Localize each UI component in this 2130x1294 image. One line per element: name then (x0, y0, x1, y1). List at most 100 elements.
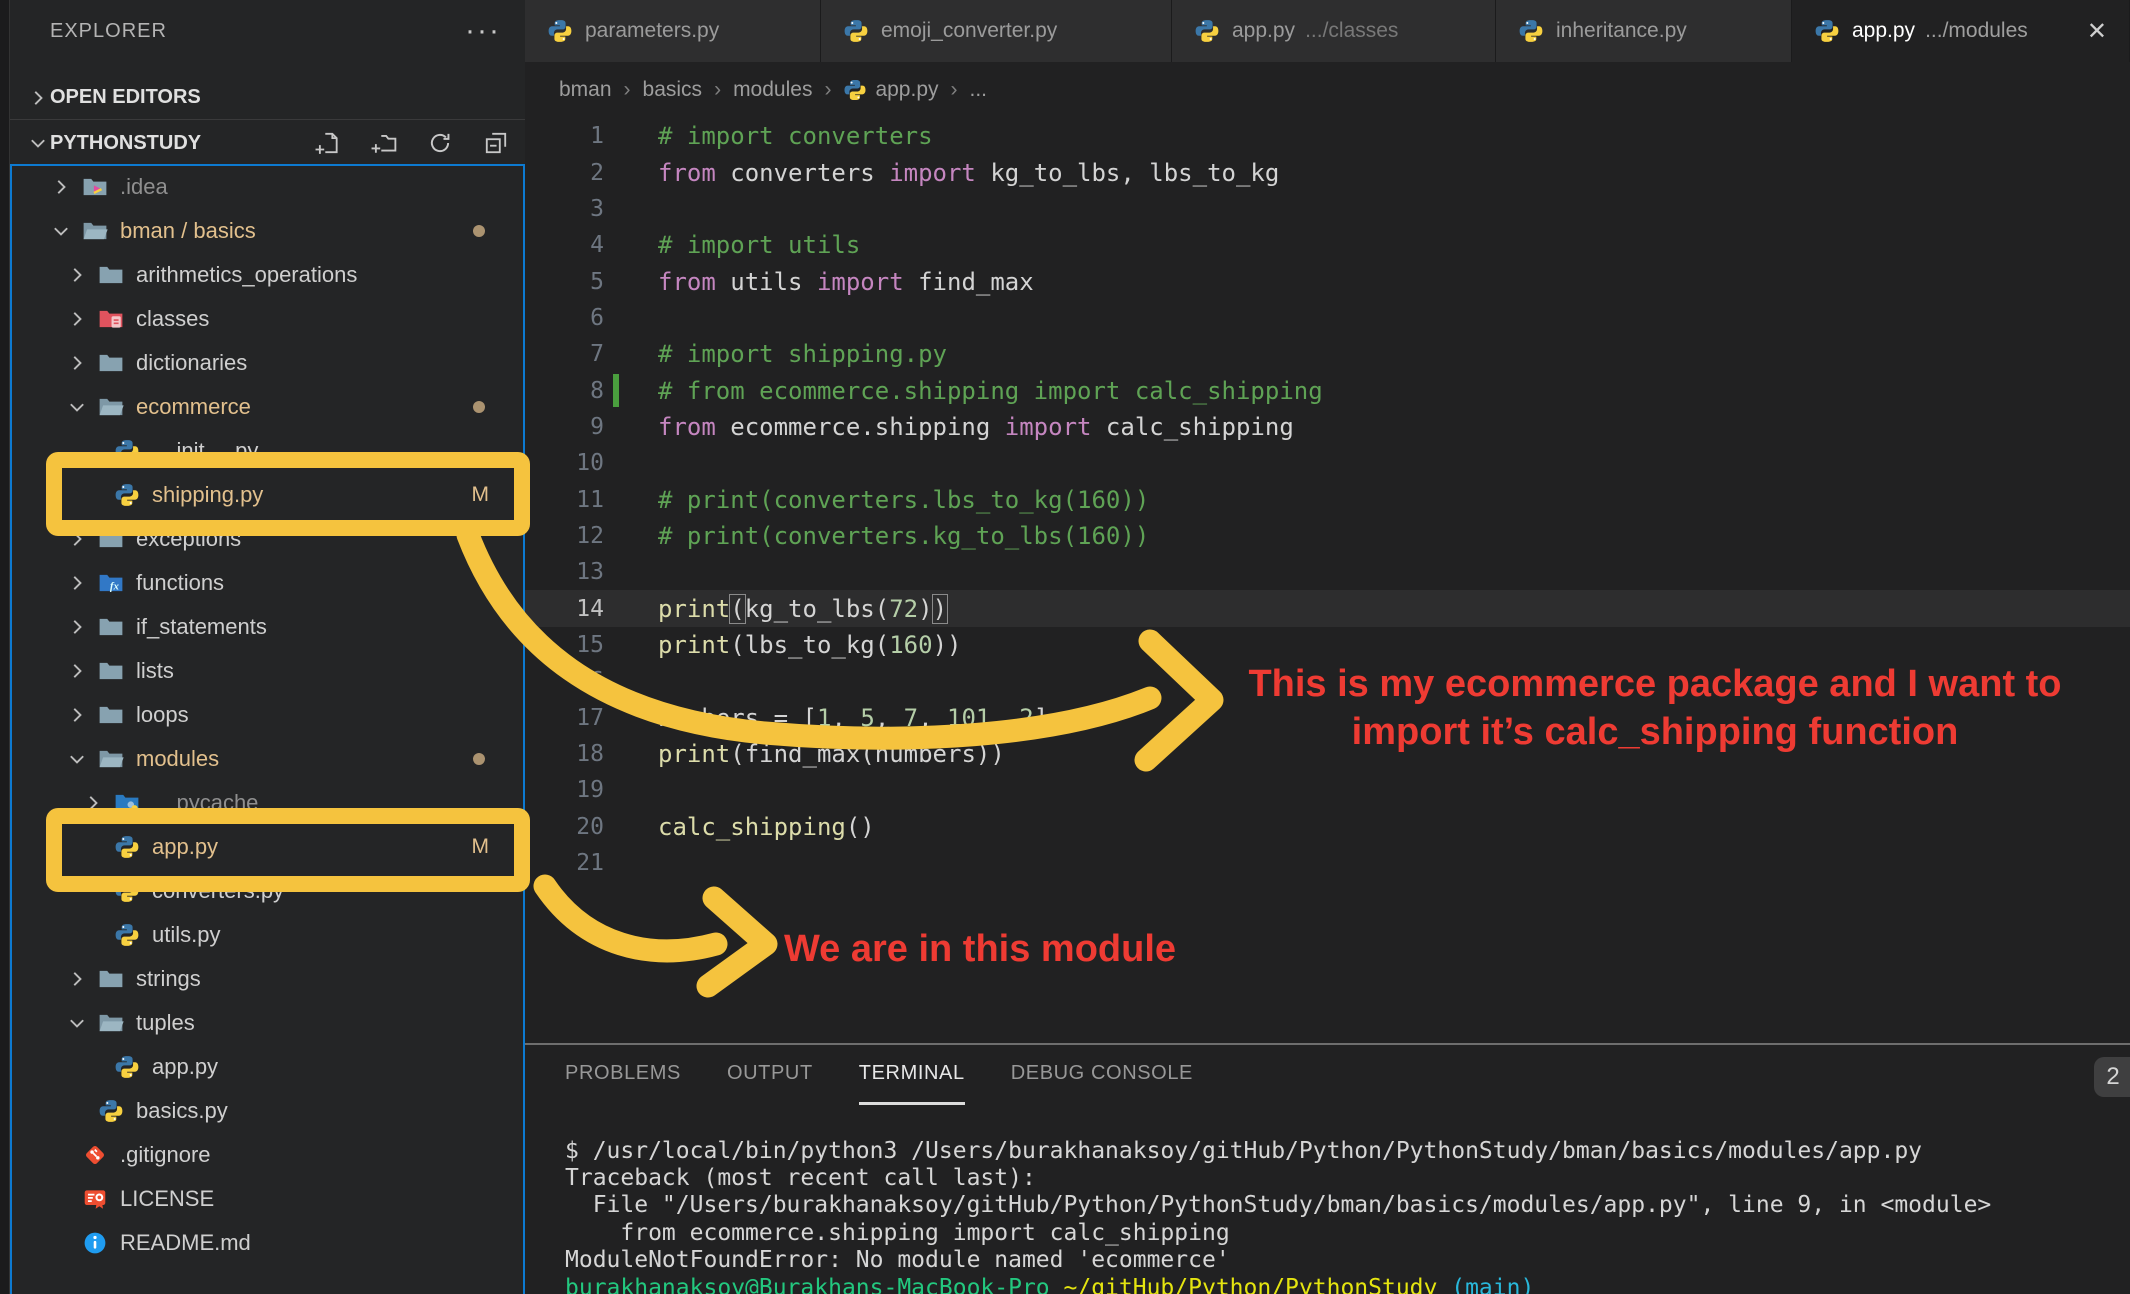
chevron-down-icon[interactable] (64, 1012, 90, 1034)
chevron-down-icon[interactable] (26, 131, 50, 155)
tree-item-utils.py[interactable]: utils.py (10, 913, 523, 957)
chevron-down-icon[interactable] (64, 396, 90, 418)
code-line-15[interactable]: 15print(lbs_to_kg(160)) (525, 627, 2130, 663)
breadcrumb-item-basics[interactable]: basics (643, 78, 703, 102)
tree-item-functions[interactable]: fxfunctions (10, 561, 523, 605)
close-icon[interactable]: ✕ (2061, 17, 2107, 46)
new-folder-icon[interactable] (369, 128, 399, 158)
project-section-header[interactable]: PYTHONSTUDY (10, 121, 525, 165)
code-line-17[interactable]: 17numbers = [1, 5, 7, 101, 2] (525, 700, 2130, 736)
code-line-6[interactable]: 6 (525, 300, 2130, 336)
code-line-5[interactable]: 5from utils import find_max (525, 263, 2130, 299)
code-line-1[interactable]: 1# import converters (525, 118, 2130, 154)
tree-item-.gitignore[interactable]: .gitignore (10, 1133, 523, 1177)
code-line-13[interactable]: 13 (525, 554, 2130, 590)
new-file-icon[interactable] (313, 128, 343, 158)
svg-text:fx: fx (110, 581, 120, 593)
code-line-11[interactable]: 11# print(converters.lbs_to_kg(160)) (525, 481, 2130, 517)
code-line-4[interactable]: 4# import utils (525, 227, 2130, 263)
refresh-icon[interactable] (425, 128, 455, 158)
code-line-19[interactable]: 19 (525, 772, 2130, 808)
tree-item-label: app.py (152, 1054, 218, 1080)
chevron-right-icon[interactable] (64, 616, 90, 638)
code-line-7[interactable]: 7# import shipping.py (525, 336, 2130, 372)
terminal-output[interactable]: $ /usr/local/bin/python3 /Users/burakhan… (565, 1137, 2120, 1294)
line-number: 1 (525, 123, 604, 149)
tree-item--pycache-[interactable]: __pycache__ (10, 781, 523, 825)
chevron-right-icon[interactable] (64, 660, 90, 682)
python-icon (547, 18, 573, 44)
tree-item-bman-basics[interactable]: bman / basics (10, 209, 523, 253)
code-line-20[interactable]: 20calc_shipping() (525, 809, 2130, 845)
code-line-21[interactable]: 21 (525, 845, 2130, 881)
code-line-18[interactable]: 18print(find_max(numbers)) (525, 736, 2130, 772)
tree-item-if-statements[interactable]: if_statements (10, 605, 523, 649)
tree-item-license[interactable]: LICENSE (10, 1177, 523, 1221)
tree-item-label: LICENSE (120, 1186, 214, 1212)
tree-item-app.py[interactable]: app.pyM (10, 825, 523, 869)
open-editors-section[interactable]: OPEN EDITORS (10, 76, 525, 120)
code-line-12[interactable]: 12# print(converters.kg_to_lbs(160)) (525, 518, 2130, 554)
breadcrumb-item-app.py[interactable]: app.py (843, 78, 938, 102)
tree-item--init-.py[interactable]: __init__.py (10, 429, 523, 473)
python-icon (1518, 18, 1544, 44)
tree-item-exceptions[interactable]: exceptions (10, 517, 523, 561)
chevron-down-icon[interactable] (48, 220, 74, 242)
line-number: 14 (525, 596, 604, 622)
line-number: 10 (525, 450, 604, 476)
panel-tab-problems[interactable]: PROBLEMS (565, 1045, 681, 1105)
chevron-down-icon[interactable] (64, 748, 90, 770)
tree-item-shipping.py[interactable]: shipping.pyM (10, 473, 523, 517)
panel-tab-output[interactable]: OUTPUT (727, 1045, 813, 1105)
tree-item-lists[interactable]: lists (10, 649, 523, 693)
tree-item-basics.py[interactable]: basics.py (10, 1089, 523, 1133)
code-line-9[interactable]: 9from ecommerce.shipping import calc_shi… (525, 409, 2130, 445)
chevron-right-icon[interactable] (64, 572, 90, 594)
tree-item-strings[interactable]: strings (10, 957, 523, 1001)
tree-item-tuples[interactable]: tuples (10, 1001, 523, 1045)
chevron-right-icon[interactable] (64, 308, 90, 330)
tab-emoji_converter.py[interactable]: emoji_converter.py (821, 0, 1172, 62)
more-actions-icon[interactable]: ··· (465, 21, 501, 41)
tree-item-loops[interactable]: loops (10, 693, 523, 737)
terminal-count-badge[interactable]: 2 (2094, 1057, 2130, 1097)
code-line-3[interactable]: 3 (525, 191, 2130, 227)
tree-item-.idea[interactable]: .idea (10, 165, 523, 209)
tree-item-modules[interactable]: modules (10, 737, 523, 781)
tree-item-dictionaries[interactable]: dictionaries (10, 341, 523, 385)
chevron-right-icon[interactable] (64, 264, 90, 286)
tab-app.py----classes[interactable]: app.py.../classes (1172, 0, 1496, 62)
panel-tab-terminal[interactable]: TERMINAL (859, 1045, 965, 1105)
code-line-16[interactable]: 16 (525, 663, 2130, 699)
tree-item-readme.md[interactable]: README.md (10, 1221, 523, 1265)
line-number: 11 (525, 487, 604, 513)
tree-item-converters.py[interactable]: converters.py (10, 869, 523, 913)
tree-item-ecommerce[interactable]: ecommerce (10, 385, 523, 429)
tab-parameters.py[interactable]: parameters.py (525, 0, 821, 62)
breadcrumb-item-bman[interactable]: bman (559, 78, 612, 102)
chevron-right-icon[interactable] (64, 528, 90, 550)
code-editor[interactable]: 1# import converters2from converters imp… (525, 118, 2130, 1043)
tree-item-label: ecommerce (136, 394, 251, 420)
tab-app.py----modules[interactable]: app.py.../modules✕ (1792, 0, 2130, 62)
chevron-right-icon[interactable] (80, 792, 106, 814)
chevron-right-icon[interactable] (64, 352, 90, 374)
breadcrumb-item-...[interactable]: ... (970, 78, 988, 102)
code-line-2[interactable]: 2from converters import kg_to_lbs, lbs_t… (525, 154, 2130, 190)
terminal-line: from ecommerce.shipping import calc_ship… (565, 1219, 2120, 1246)
panel-tab-debug-console[interactable]: DEBUG CONSOLE (1011, 1045, 1193, 1105)
chevron-right-icon[interactable] (48, 176, 74, 198)
chevron-right-icon[interactable] (64, 704, 90, 726)
collapse-all-icon[interactable] (481, 128, 511, 158)
chevron-right-icon[interactable] (64, 968, 90, 990)
chevron-right-icon[interactable] (26, 86, 50, 110)
tree-item-app.py[interactable]: app.py (10, 1045, 523, 1089)
breadcrumb-item-modules[interactable]: modules (733, 78, 812, 102)
code-line-8[interactable]: 8# from ecommerce.shipping import calc_s… (525, 372, 2130, 408)
code-line-14[interactable]: 14print(kg_to_lbs(72)) (525, 590, 2130, 626)
tree-item-classes[interactable]: classes (10, 297, 523, 341)
code-line-10[interactable]: 10 (525, 445, 2130, 481)
tab-inheritance.py[interactable]: inheritance.py (1496, 0, 1792, 62)
tree-item-arithmetics-operations[interactable]: arithmetics_operations (10, 253, 523, 297)
line-number: 5 (525, 269, 604, 295)
